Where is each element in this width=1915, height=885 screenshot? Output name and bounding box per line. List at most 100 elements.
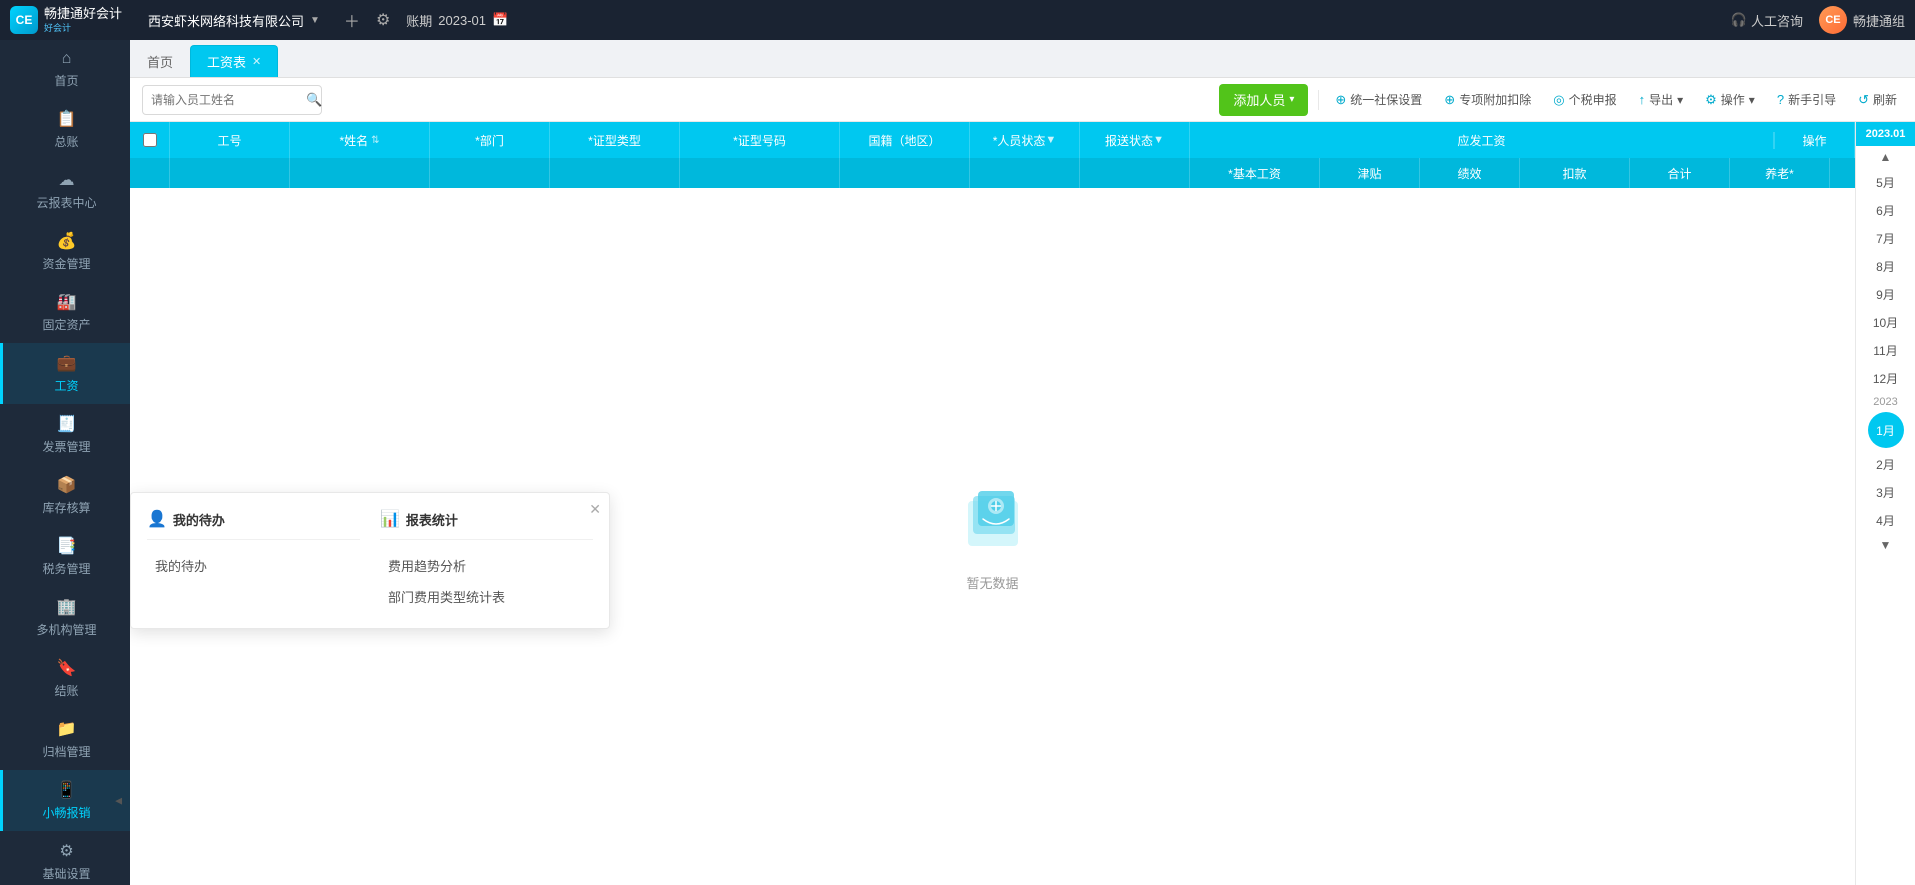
search-input[interactable] [151,93,306,107]
deduction-label: 专项附加扣除 [1459,91,1531,108]
th-id-type[interactable]: *证型类型 [550,122,680,158]
th-bonus[interactable]: 绩效 [1420,158,1520,188]
month-item-7[interactable]: 7月 [1856,224,1915,252]
home-icon: ⌂ [62,50,72,68]
search-box[interactable]: 🔍 [142,85,322,115]
support-button[interactable]: 🎧 人工咨询 [1731,11,1803,30]
th2-id-type [550,158,680,188]
popup-todo-title-text: 我的待办 [173,510,225,529]
sidebar-item-invoice[interactable]: 🧾 发票管理 [0,404,130,465]
th2-name [290,158,430,188]
tax-declare-btn[interactable]: ◎ 个税申报 [1547,87,1622,112]
sidebar-item-multiorg[interactable]: 🏢 多机构管理 [0,587,130,648]
month-nav-up[interactable]: ▲ [1856,146,1915,168]
month-item-12[interactable]: 12月 [1856,364,1915,392]
todo-icon: 👤 [147,509,167,529]
user-area[interactable]: CE 畅捷通组 [1819,6,1905,34]
company-chevron-icon: ▼ [310,15,320,26]
popup-item-my-todo[interactable]: 我的待办 [147,550,360,581]
th-dept[interactable]: *部门 [430,122,550,158]
logo-title: 畅捷通好会计 [44,6,122,22]
sidebar-item-assets[interactable]: 🏭 固定资产 [0,282,130,343]
th2-send [1080,158,1190,188]
deduction-btn[interactable]: ⊕ 专项附加扣除 [1438,87,1537,112]
sidebar-label-payroll: 工资 [54,377,78,394]
sidebar-label-assets: 固定资产 [42,316,90,333]
select-all-checkbox[interactable] [143,133,157,147]
sidebar-item-payroll[interactable]: 💼 工资 [0,343,130,404]
popup-item-cost-trend[interactable]: 费用趋势分析 [380,550,593,581]
headphone-icon: 🎧 [1731,12,1747,28]
period-value: 2023-01 [438,13,486,28]
month-item-3[interactable]: 3月 [1856,478,1915,506]
refresh-btn[interactable]: ↺ 刷新 [1852,87,1903,112]
th2-number [170,158,290,188]
add-person-button[interactable]: 添加人员 ▾ [1219,84,1308,116]
month-nav-down[interactable]: ▼ [1856,534,1915,556]
sidebar-item-expense[interactable]: 📱 小畅报销 ◀ [0,770,130,831]
refresh-icon: ↺ [1858,92,1869,108]
sidebar: ⌂ 首页 📋 总账 ☁ 云报表中心 💰 资金管理 🏭 固定资产 💼 工资 🧾 发… [0,40,130,885]
month-item-4[interactable]: 4月 [1856,506,1915,534]
th-id-num[interactable]: *证型号码 [680,122,840,158]
add-icon[interactable]: ＋ [340,4,364,36]
tab-payroll-label: 工资表 [207,52,246,71]
sidebar-item-close[interactable]: 🔖 结账 [0,648,130,709]
tab-close-icon[interactable]: ✕ [252,55,261,68]
th-total[interactable]: 合计 [1630,158,1730,188]
popup-item-dept-cost[interactable]: 部门费用类型统计表 [380,581,593,612]
guide-btn[interactable]: ? 新手引导 [1771,87,1842,112]
month-item-9[interactable]: 9月 [1856,280,1915,308]
tab-home[interactable]: 首页 [130,45,190,77]
operate-btn[interactable]: ⚙ 操作 ▾ [1699,87,1761,112]
social-security-icon: ⊕ [1335,92,1346,108]
sidebar-label-multiorg: 多机构管理 [36,621,96,638]
month-item-11[interactable]: 11月 [1856,336,1915,364]
th-deduct[interactable]: 扣款 [1520,158,1630,188]
th-country[interactable]: 国籍（地区） [840,122,970,158]
th-name[interactable]: *姓名 ⇅ [290,122,430,158]
th-person-status[interactable]: *人员状态 ▼ [970,122,1080,158]
sidebar-item-home[interactable]: ⌂ 首页 [0,40,130,99]
close-period-icon: 🔖 [57,658,77,678]
th-base-salary[interactable]: *基本工资 [1190,158,1320,188]
social-security-btn[interactable]: ⊕ 统一社保设置 [1329,87,1428,112]
operate-icon: ⚙ [1705,92,1717,108]
sidebar-item-ledger[interactable]: 📋 总账 [0,99,130,160]
sidebar-item-reports[interactable]: ☁ 云报表中心 [0,160,130,221]
tab-home-label: 首页 [147,52,173,71]
month-item-5[interactable]: 5月 [1856,168,1915,196]
support-label: 人工咨询 [1751,11,1803,30]
month-panel-header: 2023.01 [1856,122,1915,146]
th2-ops [1830,158,1855,188]
th-subsidy[interactable]: 津贴 [1320,158,1420,188]
sidebar-item-inventory[interactable]: 📦 库存核算 [0,465,130,526]
period-label: 账期 [406,11,432,30]
sidebar-item-funds[interactable]: 💰 资金管理 [0,221,130,282]
settings-icon[interactable]: ⚙ [372,6,394,34]
company-selector[interactable]: 西安虾米网络科技有限公司 ▼ [140,7,328,34]
th-checkbox[interactable] [130,122,170,158]
tab-payroll[interactable]: 工资表 ✕ [190,45,278,77]
month-item-1[interactable]: 1月 [1868,412,1904,448]
export-btn[interactable]: ↑ 导出 ▾ [1633,87,1690,112]
person-status-filter-icon[interactable]: ▼ [1045,134,1056,146]
sidebar-item-archive[interactable]: 📁 归档管理 [0,709,130,770]
send-status-filter-icon[interactable]: ▼ [1153,134,1164,146]
sidebar-item-tax[interactable]: 📑 税务管理 [0,526,130,587]
calendar-icon[interactable]: 📅 [492,12,508,28]
month-item-10[interactable]: 10月 [1856,308,1915,336]
month-item-8[interactable]: 8月 [1856,252,1915,280]
th-pension[interactable]: 养老* [1730,158,1830,188]
expense-icon: 📱 [57,780,77,800]
name-sort-icon: ⇅ [371,135,379,146]
assets-icon: 🏭 [57,292,77,312]
th-send-status[interactable]: 报送状态 ▼ [1080,122,1190,158]
search-icon: 🔍 [306,92,322,108]
month-item-2[interactable]: 2月 [1856,450,1915,478]
month-item-6[interactable]: 6月 [1856,196,1915,224]
top-header: CE 畅捷通好会计 好会计 西安虾米网络科技有限公司 ▼ ＋ ⚙ 账期 2023… [0,0,1915,40]
sidebar-item-settings[interactable]: ⚙ 基础设置 [0,831,130,885]
th-number[interactable]: 工号 [170,122,290,158]
popup-close-icon[interactable]: ✕ [589,501,601,518]
